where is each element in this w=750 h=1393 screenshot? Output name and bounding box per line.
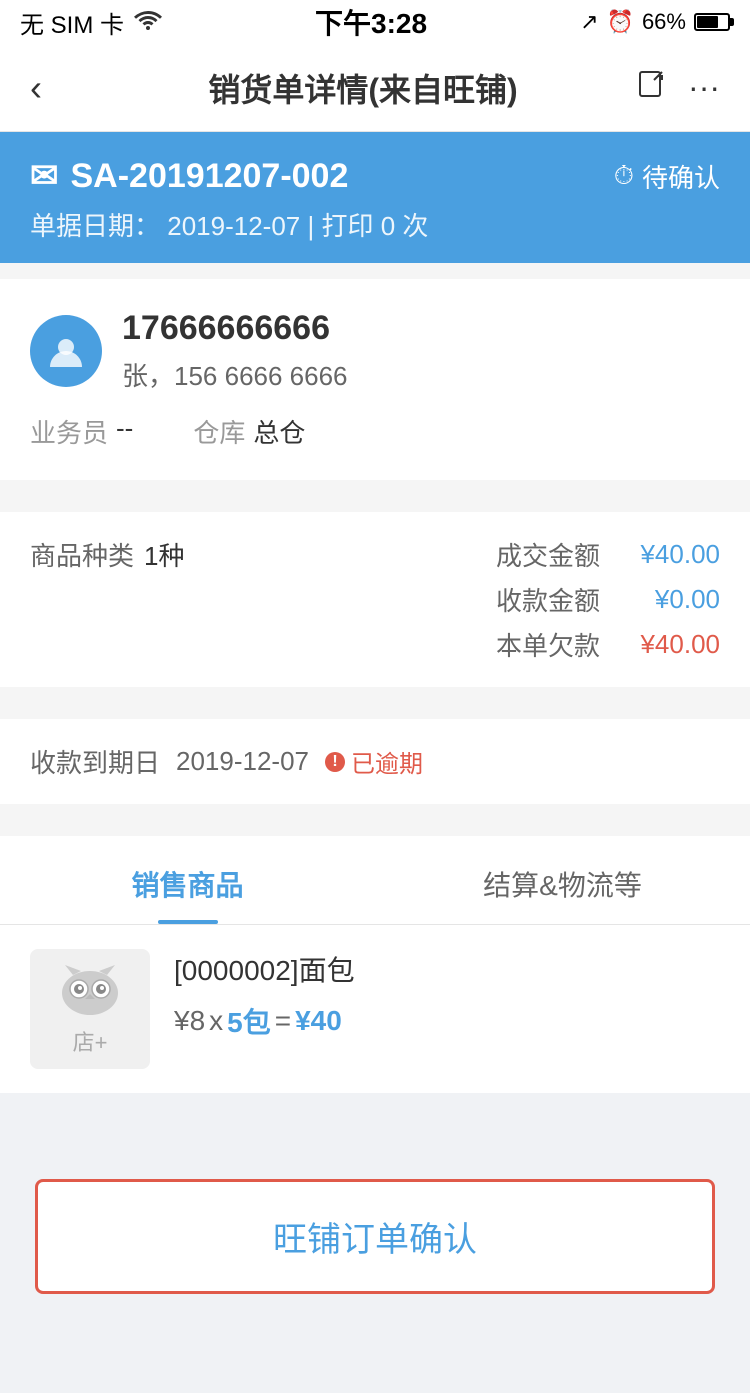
unit-price: ¥8 bbox=[174, 1005, 205, 1037]
debt-amount-row: 本单欠款 ¥40.00 bbox=[496, 626, 720, 663]
sales-meta: 业务员 -- bbox=[30, 413, 133, 450]
customer-phone: 17666666666 bbox=[122, 309, 348, 348]
more-icon[interactable]: ··· bbox=[688, 69, 720, 106]
nav-bar: ‹ 销货单详情(来自旺铺) ··· bbox=[0, 44, 750, 132]
status-left: 无 SIM 卡 bbox=[20, 5, 162, 40]
deal-amount-label: 成交金额 bbox=[496, 536, 600, 573]
divider-1 bbox=[0, 480, 750, 496]
deal-amount-value: ¥40.00 bbox=[620, 539, 720, 570]
confirm-button-wrap: 旺铺订单确认 bbox=[35, 1179, 715, 1294]
overdue-text: 已逾期 bbox=[351, 744, 423, 779]
share-icon[interactable] bbox=[636, 68, 668, 108]
product-type-value: 1种 bbox=[144, 536, 184, 573]
deal-amount-row: 成交金额 ¥40.00 bbox=[496, 536, 720, 573]
battery-icon bbox=[694, 13, 730, 31]
location-icon: ↗ bbox=[580, 9, 598, 35]
overdue-dot-icon: ! bbox=[325, 752, 345, 772]
total-price: ¥40 bbox=[295, 1005, 342, 1037]
multiply-sign: x bbox=[209, 1005, 223, 1037]
customer-meta: 业务员 -- 仓库 总仓 bbox=[30, 413, 720, 450]
divider-2 bbox=[0, 687, 750, 703]
order-id: ✉ SA-20191207-002 bbox=[30, 156, 348, 196]
product-info: [0000002]面包 ¥8 x 5包 = ¥40 bbox=[174, 949, 720, 1041]
product-price: ¥8 x 5包 = ¥40 bbox=[174, 1001, 720, 1041]
alarm-icon: ⏰ bbox=[607, 9, 634, 35]
warehouse-label: 仓库 bbox=[193, 413, 245, 450]
page-title: 销货单详情(来自旺铺) bbox=[90, 65, 636, 111]
warehouse-value: 总仓 bbox=[253, 413, 305, 450]
customer-row: 17666666666 张，156 6666 6666 bbox=[30, 309, 720, 393]
tab-settlement[interactable]: 结算&物流等 bbox=[375, 836, 750, 924]
product-item: 店+ [0000002]面包 ¥8 x 5包 = ¥40 bbox=[0, 925, 750, 1093]
customer-details: 17666666666 张，156 6666 6666 bbox=[122, 309, 348, 393]
order-date: 单据日期： 2019-12-07 | 打印 0 次 bbox=[30, 206, 720, 243]
product-type: 商品种类 1种 bbox=[30, 536, 184, 573]
amounts-block: 成交金额 ¥40.00 收款金额 ¥0.00 本单欠款 ¥40.00 bbox=[496, 536, 720, 663]
tabs: 销售商品 结算&物流等 bbox=[0, 836, 750, 925]
product-type-label: 商品种类 bbox=[30, 536, 134, 573]
status-right: ↗ ⏰ 66% bbox=[580, 9, 730, 35]
due-date-label: 收款到期日 bbox=[30, 743, 160, 780]
receipt-amount-value: ¥0.00 bbox=[620, 584, 720, 615]
overdue-badge: ! 已逾期 bbox=[325, 744, 423, 779]
tab-products[interactable]: 销售商品 bbox=[0, 836, 375, 924]
order-status: ⏱ 待确认 bbox=[614, 158, 720, 195]
avatar bbox=[30, 315, 102, 387]
product-thumbnail: 店+ bbox=[30, 949, 150, 1069]
status-time: 下午3:28 bbox=[315, 2, 427, 42]
back-button[interactable]: ‹ bbox=[30, 67, 90, 109]
receipt-amount-label: 收款金额 bbox=[496, 581, 600, 618]
wifi-icon bbox=[134, 8, 162, 37]
sales-value: -- bbox=[116, 413, 133, 450]
receipt-amount-row: 收款金额 ¥0.00 bbox=[496, 581, 720, 618]
equals-sign: = bbox=[275, 1005, 291, 1037]
customer-name: 张，156 6666 6666 bbox=[122, 356, 348, 393]
order-icon: ✉ bbox=[30, 156, 59, 196]
thumb-logo-text: 店+ bbox=[73, 1025, 108, 1057]
order-banner: ✉ SA-20191207-002 ⏱ 待确认 单据日期： 2019-12-07… bbox=[0, 132, 750, 263]
product-thumb-logo: 店+ bbox=[55, 961, 125, 1057]
battery-percent: 66% bbox=[642, 9, 686, 35]
sales-label: 业务员 bbox=[30, 413, 108, 450]
due-section: 收款到期日 2019-12-07 ! 已逾期 bbox=[0, 719, 750, 804]
confirm-button[interactable]: 旺铺订单确认 bbox=[35, 1179, 715, 1294]
divider-3 bbox=[0, 804, 750, 820]
order-id-row: ✉ SA-20191207-002 ⏱ 待确认 bbox=[30, 156, 720, 196]
due-date-value: 2019-12-07 bbox=[176, 746, 309, 777]
tabs-section: 销售商品 结算&物流等 bbox=[0, 836, 750, 1093]
warehouse-meta: 仓库 总仓 bbox=[193, 413, 305, 450]
nav-actions: ··· bbox=[636, 68, 720, 108]
amount-section: 商品种类 1种 成交金额 ¥40.00 收款金额 ¥0.00 本单欠款 ¥40.… bbox=[0, 512, 750, 687]
carrier-text: 无 SIM 卡 bbox=[20, 5, 124, 40]
quantity: 5包 bbox=[227, 1001, 271, 1041]
debt-amount-value: ¥40.00 bbox=[620, 629, 720, 660]
customer-section: 17666666666 张，156 6666 6666 业务员 -- 仓库 总仓 bbox=[0, 279, 750, 480]
status-bar: 无 SIM 卡 下午3:28 ↗ ⏰ 66% bbox=[0, 0, 750, 44]
debt-amount-label: 本单欠款 bbox=[496, 626, 600, 663]
status-icon: ⏱ bbox=[614, 160, 634, 192]
product-name: [0000002]面包 bbox=[174, 949, 720, 989]
